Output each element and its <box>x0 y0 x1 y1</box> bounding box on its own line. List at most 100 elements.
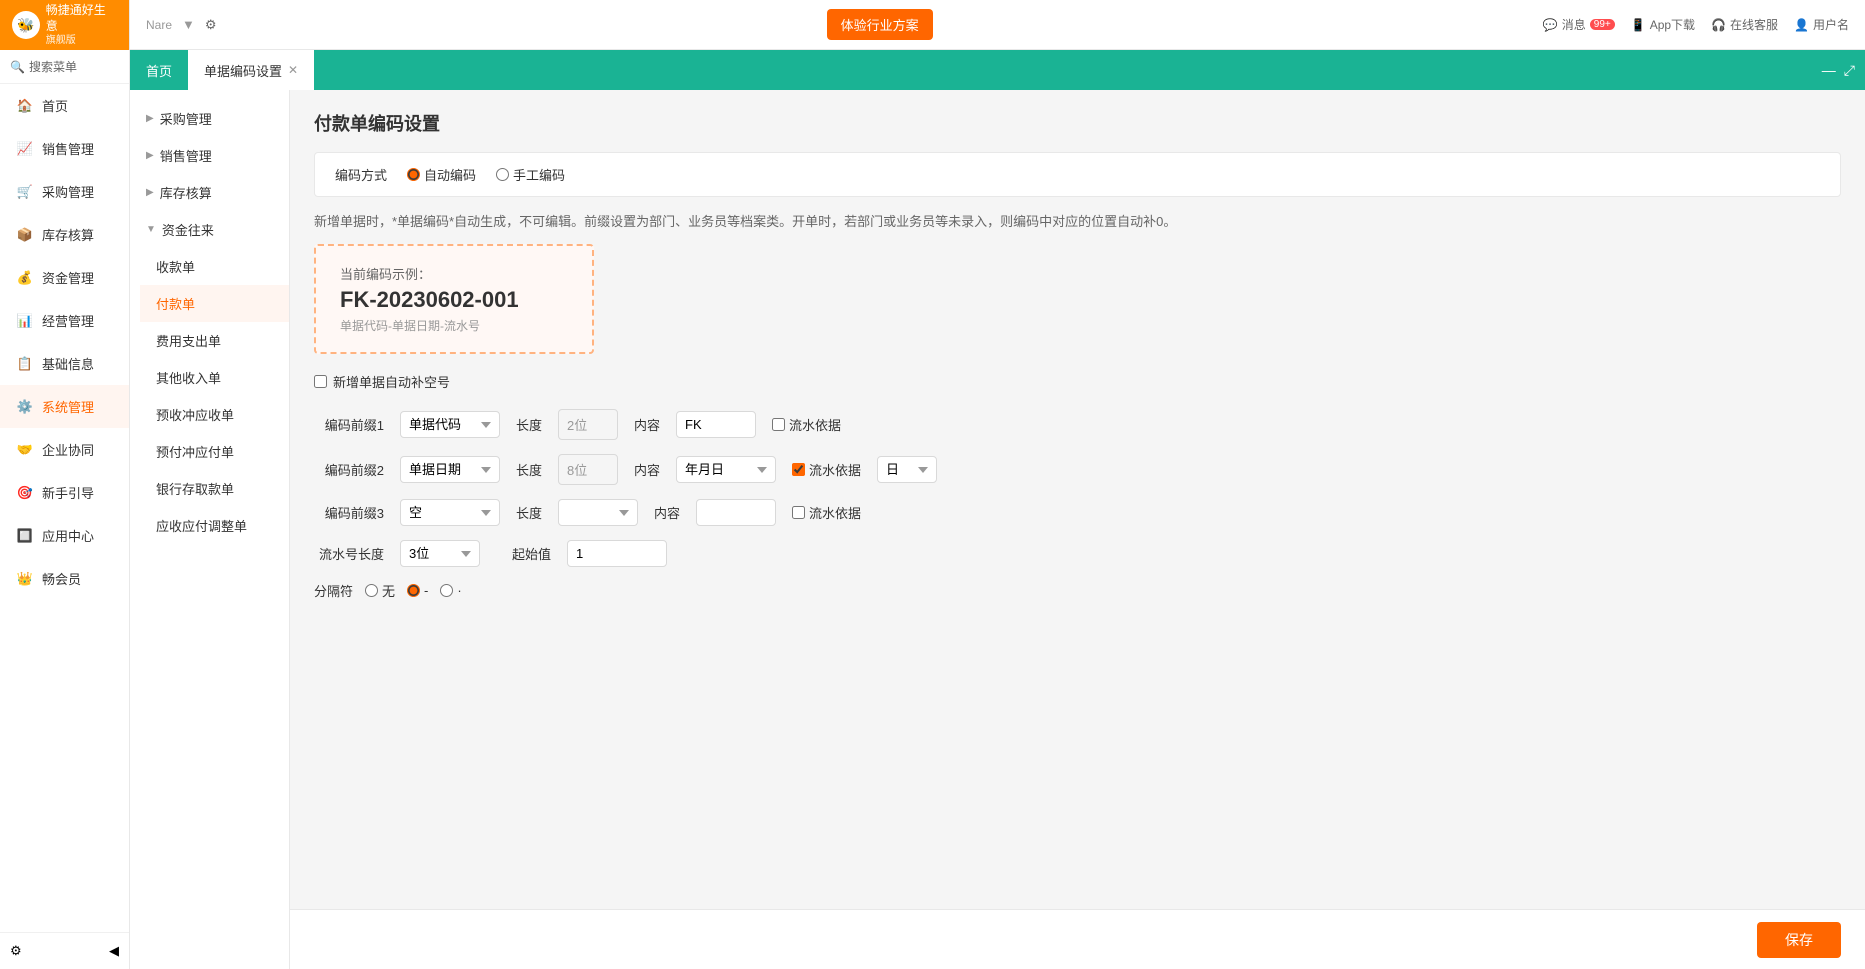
auto-fill-checkbox[interactable] <box>314 375 327 388</box>
serial3-checkbox-input[interactable] <box>792 506 805 519</box>
start-val-input[interactable] <box>567 540 667 567</box>
serial1-checkbox[interactable]: 流水依据 <box>772 415 841 434</box>
sub-menu-other-income[interactable]: 其他收入单 <box>140 359 289 396</box>
tab-maximize-button[interactable]: ⤢ <box>1844 62 1855 79</box>
sub-menu-sales[interactable]: ▶ 销售管理 <box>130 137 289 174</box>
online-service-button[interactable]: 🎧 在线客服 <box>1711 16 1778 33</box>
topbar: Nare ▼ ⚙ 体验行业方案 💬 消息 99+ 📱 App下载 🎧 在线客服 … <box>130 0 1865 50</box>
sep-dot-input[interactable] <box>440 584 453 597</box>
sub-menu-capital[interactable]: ▼ 资金往来 <box>130 211 289 248</box>
industry-plan-button[interactable]: 体验行业方案 <box>827 9 933 40</box>
sep-none-radio[interactable]: 无 <box>365 581 395 600</box>
breadcrumb: Nare <box>146 18 172 32</box>
page-content: 付款单编码设置 编码方式 自动编码 手工编码 新增单据时，*单据编码*自动生成，… <box>290 90 1865 909</box>
sidebar-item-member[interactable]: 👑 畅会员 <box>0 557 129 600</box>
serial3-checkbox[interactable]: 流水依据 <box>792 503 861 522</box>
sub-menu-ar-ap-adjust[interactable]: 应收应付调整单 <box>140 507 289 544</box>
sub-menu-prepay-pay[interactable]: 预付冲应付单 <box>140 433 289 470</box>
purchase-icon: 🛒 <box>16 183 34 201</box>
serial-len-select[interactable]: 3位 4位 5位 6位 <box>400 540 480 567</box>
apps-icon: 🔲 <box>16 527 34 545</box>
system-icon: ⚙️ <box>16 398 34 416</box>
tab-home[interactable]: 首页 <box>130 50 188 90</box>
user-avatar[interactable]: 👤 用户名 <box>1794 16 1849 33</box>
serial2-period-select[interactable]: 日 月 年 <box>877 456 937 483</box>
bottom-bar: 保存 <box>290 909 1865 969</box>
sep-dot-radio[interactable]: · <box>440 583 461 598</box>
serial2-checkbox[interactable]: 流水依据 <box>792 460 861 479</box>
prefix3-select[interactable]: 空 单据代码 单据日期 <box>400 499 500 526</box>
sep-hyphen-radio[interactable]: - <box>407 583 428 598</box>
tab-bill-encoding[interactable]: 单据编码设置 ✕ <box>188 50 314 90</box>
search-icon: 🔍 <box>10 60 25 74</box>
serial2-checkbox-input[interactable] <box>792 463 805 476</box>
prefix1-select[interactable]: 单据代码 单据日期 空 <box>400 411 500 438</box>
collapse-icon[interactable]: ◀ <box>109 943 119 959</box>
message-icon: 💬 <box>1543 18 1558 32</box>
sub-menu-stock[interactable]: ▶ 库存核算 <box>130 174 289 211</box>
sub-menu-receipt[interactable]: 收款单 <box>140 248 289 285</box>
auto-encode-radio[interactable]: 自动编码 <box>407 165 476 184</box>
sub-menu-payment[interactable]: 付款单 <box>140 285 289 322</box>
auto-encode-input[interactable] <box>407 168 420 181</box>
prefix2-select[interactable]: 单据日期 单据代码 空 <box>400 456 500 483</box>
main: Nare ▼ ⚙ 体验行业方案 💬 消息 99+ 📱 App下载 🎧 在线客服 … <box>130 0 1865 969</box>
sub-menu-purchase[interactable]: ▶ 采购管理 <box>130 100 289 137</box>
sep-none-input[interactable] <box>365 584 378 597</box>
tabbar: 首页 单据编码设置 ✕ — ⤢ <box>130 50 1865 90</box>
sub-sidebar: ▶ 采购管理 ▶ 销售管理 ▶ 库存核算 ▼ 资金往来 收款单 付款单 费用支出… <box>130 90 290 969</box>
prefix1-row: 编码前缀1 单据代码 单据日期 空 长度 2位 内容 流水依据 <box>314 409 1841 440</box>
sub-menu-expense[interactable]: 费用支出单 <box>140 322 289 359</box>
sidebar-item-newguide[interactable]: 🎯 新手引导 <box>0 471 129 514</box>
sep-hyphen-input[interactable] <box>407 584 420 597</box>
separator-label: 分隔符 <box>314 581 353 600</box>
member-icon: 👑 <box>16 570 34 588</box>
content1-input[interactable] <box>676 411 756 438</box>
serial1-checkbox-input[interactable] <box>772 418 785 431</box>
search-menu[interactable]: 🔍 搜索菜单 <box>0 50 129 84</box>
serial-row: 流水号长度 3位 4位 5位 6位 起始值 <box>314 540 1841 567</box>
user-icon: 👤 <box>1794 18 1809 32</box>
sidebar-item-basic[interactable]: 📋 基础信息 <box>0 342 129 385</box>
serial-len-label: 流水号长度 <box>314 544 384 563</box>
content3-label: 内容 <box>654 503 680 522</box>
manual-encode-input[interactable] <box>496 168 509 181</box>
download-icon: 📱 <box>1631 18 1646 32</box>
tab-minimize-button[interactable]: — <box>1822 62 1836 78</box>
app-download-button[interactable]: 📱 App下载 <box>1631 16 1695 33</box>
sidebar-item-operations[interactable]: 📊 经营管理 <box>0 299 129 342</box>
content2-select[interactable]: 年月日 年月 年 <box>676 456 776 483</box>
sidebar-item-finance[interactable]: 💰 资金管理 <box>0 256 129 299</box>
service-icon: 🎧 <box>1711 18 1726 32</box>
sidebar-item-inventory[interactable]: 📦 库存核算 <box>0 213 129 256</box>
chevron-down-icon[interactable]: ▼ <box>182 17 195 32</box>
sub-menu-bank-deposit[interactable]: 银行存取款单 <box>140 470 289 507</box>
tab-close-icon[interactable]: ✕ <box>288 63 298 77</box>
separator-row: 分隔符 无 - · <box>314 581 1841 600</box>
start-val-label: 起始值 <box>512 544 551 563</box>
sidebar-item-sales[interactable]: 📈 销售管理 <box>0 127 129 170</box>
sample-desc: 单据代码-单据日期-流水号 <box>340 317 568 334</box>
length3-label: 长度 <box>516 503 542 522</box>
topbar-right: 💬 消息 99+ 📱 App下载 🎧 在线客服 👤 用户名 <box>1543 16 1849 33</box>
sidebar-item-apps[interactable]: 🔲 应用中心 <box>0 514 129 557</box>
settings-icon[interactable]: ⚙ <box>10 943 22 959</box>
company-icon: 🤝 <box>16 441 34 459</box>
save-button[interactable]: 保存 <box>1757 922 1841 958</box>
manual-encode-radio[interactable]: 手工编码 <box>496 165 565 184</box>
logo-icon: 🐝 <box>12 11 40 39</box>
sample-code: FK-20230602-001 <box>340 287 568 313</box>
sidebar-item-system[interactable]: ⚙️ 系统管理 <box>0 385 129 428</box>
length2-value: 8位 <box>558 454 618 485</box>
tabbar-actions: — ⤢ <box>1822 62 1865 79</box>
basic-icon: 📋 <box>16 355 34 373</box>
sidebar-item-home[interactable]: 🏠 首页 <box>0 84 129 127</box>
messages-button[interactable]: 💬 消息 99+ <box>1543 16 1615 33</box>
sidebar-item-purchase[interactable]: 🛒 采购管理 <box>0 170 129 213</box>
length3-select[interactable] <box>558 499 638 526</box>
sub-menu-prepay-receipt[interactable]: 预收冲应收单 <box>140 396 289 433</box>
sidebar-item-company[interactable]: 🤝 企业协同 <box>0 428 129 471</box>
content3-input[interactable] <box>696 499 776 526</box>
auto-fill-row: 新增单据自动补空号 <box>314 372 1841 391</box>
settings-gear-icon[interactable]: ⚙ <box>205 17 217 33</box>
